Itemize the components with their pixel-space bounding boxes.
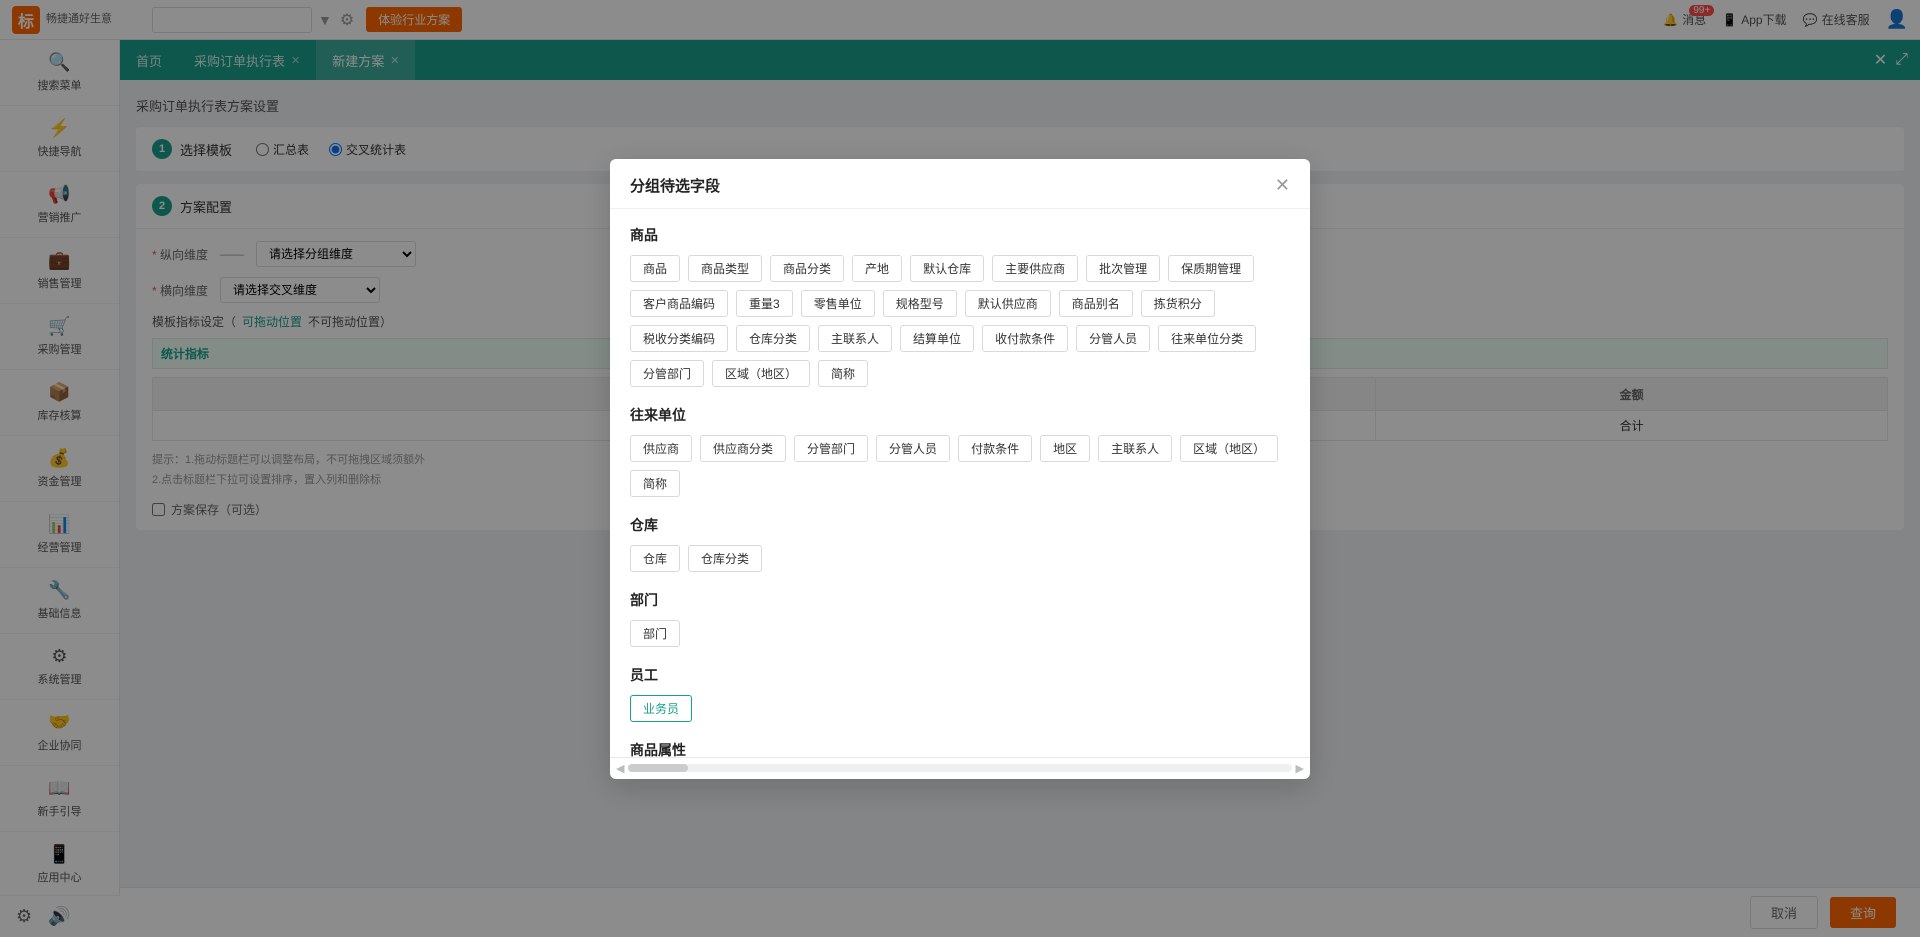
field-tag[interactable]: 简称 [818, 360, 868, 387]
field-tag[interactable]: 部门 [630, 620, 680, 647]
partner-title: 往来单位 [630, 405, 1290, 425]
field-tag[interactable]: 主联系人 [818, 325, 892, 352]
field-tag[interactable]: 付款条件 [958, 435, 1032, 462]
field-tag[interactable]: 默认供应商 [965, 290, 1051, 317]
field-group-goods: 商品 商品 商品类型 商品分类 产地 默认仓库 主要供应商 批次管理 保质期管理… [630, 225, 1290, 387]
field-tag[interactable]: 分管人员 [1076, 325, 1150, 352]
field-tag[interactable]: 结算单位 [900, 325, 974, 352]
field-tag[interactable]: 默认仓库 [910, 255, 984, 282]
field-tag[interactable]: 主联系人 [1098, 435, 1172, 462]
field-tag[interactable]: 供应商分类 [700, 435, 786, 462]
field-tag[interactable]: 业务员 [630, 695, 692, 722]
field-tag[interactable]: 重量3 [736, 290, 793, 317]
field-tag[interactable]: 规格型号 [883, 290, 957, 317]
employee-fields: 业务员 [630, 695, 1290, 722]
field-tag[interactable]: 分管部门 [794, 435, 868, 462]
field-tag[interactable]: 拣货积分 [1141, 290, 1215, 317]
modal-close-button[interactable]: ✕ [1275, 175, 1290, 196]
field-tag[interactable]: 产地 [852, 255, 902, 282]
field-tag[interactable]: 往来单位分类 [1158, 325, 1256, 352]
attr-title: 商品属性 [630, 740, 1290, 757]
warehouse-fields: 仓库 仓库分类 [630, 545, 1290, 572]
scroll-track-h [628, 764, 1291, 772]
field-tag[interactable]: 商品类型 [688, 255, 762, 282]
field-tag[interactable]: 供应商 [630, 435, 692, 462]
field-tag[interactable]: 分管部门 [630, 360, 704, 387]
employee-title: 员工 [630, 665, 1290, 685]
field-tag[interactable]: 商品别名 [1059, 290, 1133, 317]
partner-fields: 供应商 供应商分类 分管部门 分管人员 付款条件 地区 主联系人 区域（地区） … [630, 435, 1290, 497]
scroll-thumb-h[interactable] [628, 764, 688, 772]
field-group-warehouse: 仓库 仓库 仓库分类 [630, 515, 1290, 572]
dept-title: 部门 [630, 590, 1290, 610]
field-tag[interactable]: 客户商品编码 [630, 290, 728, 317]
field-tag[interactable]: 仓库 [630, 545, 680, 572]
modal-scrollbar-h: ◀ ▶ [610, 757, 1310, 779]
field-tag[interactable]: 地区 [1040, 435, 1090, 462]
field-group-partner: 往来单位 供应商 供应商分类 分管部门 分管人员 付款条件 地区 主联系人 区域… [630, 405, 1290, 497]
modal: 分组待选字段 ✕ 商品 商品 商品类型 商品分类 产地 默认仓库 主要供应商 批… [610, 159, 1310, 779]
modal-body: 商品 商品 商品类型 商品分类 产地 默认仓库 主要供应商 批次管理 保质期管理… [610, 209, 1310, 757]
field-group-employee: 员工 业务员 [630, 665, 1290, 722]
goods-fields: 商品 商品类型 商品分类 产地 默认仓库 主要供应商 批次管理 保质期管理 客户… [630, 255, 1290, 387]
field-tag[interactable]: 仓库分类 [688, 545, 762, 572]
warehouse-title: 仓库 [630, 515, 1290, 535]
goods-title: 商品 [630, 225, 1290, 245]
field-tag[interactable]: 仓库分类 [736, 325, 810, 352]
field-tag[interactable]: 区域（地区） [1180, 435, 1278, 462]
field-tag[interactable]: 简称 [630, 470, 680, 497]
field-group-dept: 部门 部门 [630, 590, 1290, 647]
field-tag[interactable]: 主要供应商 [992, 255, 1078, 282]
modal-header: 分组待选字段 ✕ [610, 159, 1310, 209]
scroll-left-arrow[interactable]: ◀ [616, 762, 624, 775]
field-tag[interactable]: 批次管理 [1086, 255, 1160, 282]
field-tag[interactable]: 收付款条件 [982, 325, 1068, 352]
modal-title: 分组待选字段 [630, 175, 720, 196]
field-group-attr: 商品属性 属性 颜色 多规格 尺码 鞋码 1 [630, 740, 1290, 757]
field-tag[interactable]: 分管人员 [876, 435, 950, 462]
field-tag[interactable]: 零售单位 [801, 290, 875, 317]
modal-overlay: 分组待选字段 ✕ 商品 商品 商品类型 商品分类 产地 默认仓库 主要供应商 批… [0, 0, 1920, 937]
field-tag[interactable]: 商品 [630, 255, 680, 282]
field-tag[interactable]: 保质期管理 [1168, 255, 1254, 282]
field-tag[interactable]: 税收分类编码 [630, 325, 728, 352]
field-tag[interactable]: 区域（地区） [712, 360, 810, 387]
dept-fields: 部门 [630, 620, 1290, 647]
field-tag[interactable]: 商品分类 [770, 255, 844, 282]
scroll-right-arrow[interactable]: ▶ [1296, 762, 1304, 775]
